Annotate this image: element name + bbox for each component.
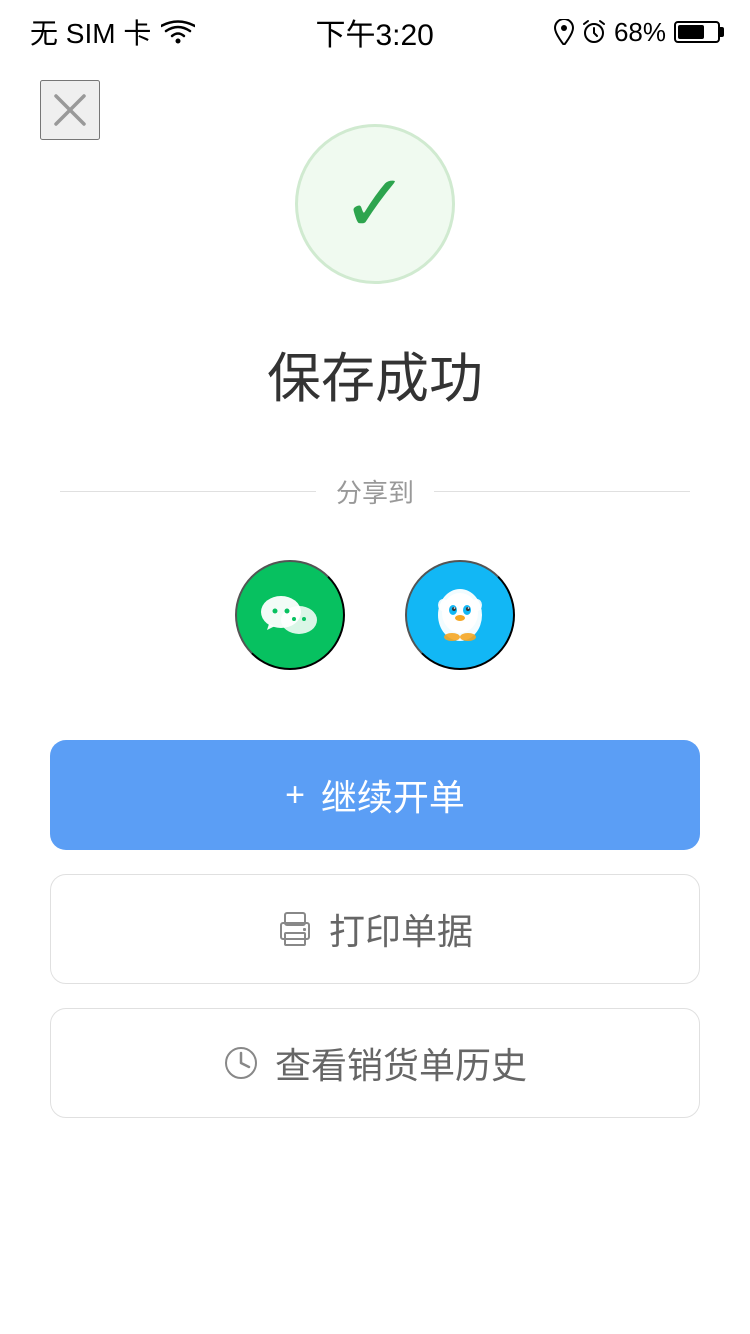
share-section: 分享到 — [0, 473, 750, 510]
history-label: 查看销货单历史 — [275, 1037, 527, 1089]
qq-icon — [430, 583, 490, 647]
continue-label: 继续开单 — [321, 769, 465, 821]
plus-icon: + — [285, 776, 305, 815]
checkmark-icon: ✓ — [341, 164, 408, 244]
success-circle: ✓ — [295, 124, 455, 284]
carrier-text: 无 SIM 卡 — [30, 12, 151, 52]
battery-indicator — [674, 21, 720, 43]
close-button[interactable] — [40, 80, 100, 140]
status-right: 68% — [554, 17, 720, 48]
print-button[interactable]: 打印单据 — [50, 874, 700, 984]
continue-button[interactable]: + 继续开单 — [50, 740, 700, 850]
printer-icon — [277, 911, 313, 947]
print-label: 打印单据 — [329, 903, 473, 955]
status-left: 无 SIM 卡 — [30, 12, 195, 52]
main-content: ✓ 保存成功 分享到 — [0, 64, 750, 1118]
battery-percent: 68% — [614, 17, 666, 48]
wifi-icon — [161, 19, 195, 45]
divider-right — [434, 491, 690, 492]
action-buttons: + 继续开单 打印单据 查看销货单历史 — [0, 740, 750, 1118]
share-label: 分享到 — [316, 473, 434, 510]
close-icon — [52, 92, 88, 128]
status-bar: 无 SIM 卡 下午3:20 68% — [0, 0, 750, 64]
wechat-icon — [259, 588, 321, 642]
location-icon — [554, 19, 574, 45]
share-icons — [235, 560, 515, 670]
alarm-icon — [582, 19, 606, 45]
wechat-share-button[interactable] — [235, 560, 345, 670]
qq-share-button[interactable] — [405, 560, 515, 670]
divider-left — [60, 491, 316, 492]
history-button[interactable]: 查看销货单历史 — [50, 1008, 700, 1118]
status-time: 下午3:20 — [315, 10, 433, 54]
clock-icon — [223, 1045, 259, 1081]
success-title: 保存成功 — [267, 334, 483, 413]
